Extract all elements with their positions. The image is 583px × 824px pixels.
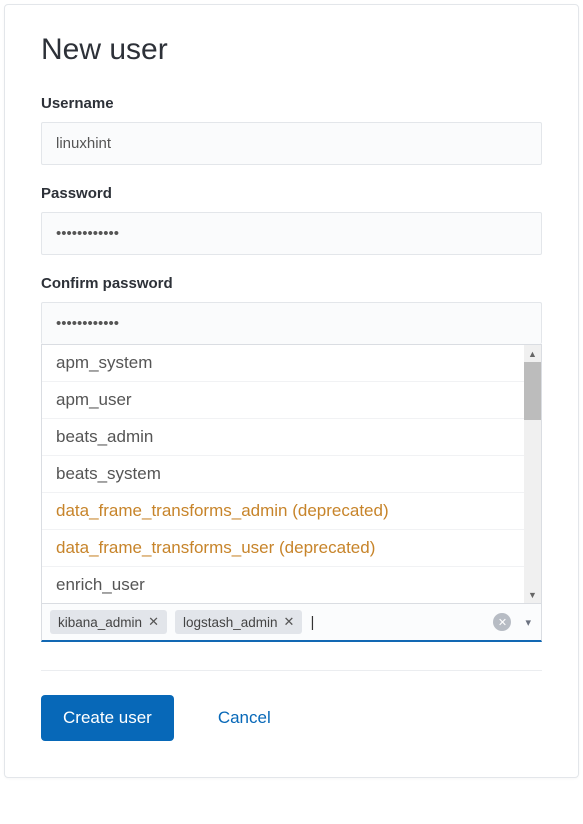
- cancel-button[interactable]: Cancel: [218, 708, 271, 728]
- confirm-password-label: Confirm password: [41, 275, 542, 292]
- remove-tag-icon[interactable]: ✕: [148, 614, 159, 630]
- form-actions: Create user Cancel: [41, 695, 542, 741]
- roles-combobox[interactable]: kibana_admin ✕ logstash_admin ✕ | ✕ ▾: [41, 604, 542, 642]
- create-user-button[interactable]: Create user: [41, 695, 174, 741]
- scrollbar-track[interactable]: ▲ ▼: [524, 345, 541, 603]
- role-tag-label: logstash_admin: [183, 615, 278, 630]
- scroll-up-icon[interactable]: ▲: [524, 345, 541, 362]
- role-option[interactable]: data_frame_transforms_admin (deprecated): [42, 493, 541, 530]
- role-option[interactable]: apm_user: [42, 382, 541, 419]
- remove-tag-icon[interactable]: ✕: [284, 614, 295, 630]
- scrollbar-thumb[interactable]: [524, 362, 541, 420]
- password-input[interactable]: [41, 212, 542, 255]
- username-label: Username: [41, 95, 542, 112]
- scroll-down-icon[interactable]: ▼: [524, 586, 541, 603]
- password-label: Password: [41, 185, 542, 202]
- clear-icon[interactable]: ✕: [493, 613, 511, 631]
- role-option[interactable]: apm_system: [42, 345, 541, 382]
- username-input[interactable]: [41, 122, 542, 165]
- divider: [41, 670, 542, 671]
- role-option[interactable]: beats_system: [42, 456, 541, 493]
- chevron-down-icon[interactable]: ▾: [525, 616, 531, 629]
- role-tag: logstash_admin ✕: [175, 610, 302, 634]
- role-option[interactable]: enrich_user: [42, 567, 541, 603]
- role-tag: kibana_admin ✕: [50, 610, 167, 634]
- role-tag-label: kibana_admin: [58, 615, 142, 630]
- roles-dropdown: apm_systemapm_userbeats_adminbeats_syste…: [41, 344, 542, 604]
- roles-dropdown-list: apm_systemapm_userbeats_adminbeats_syste…: [42, 345, 541, 603]
- role-option[interactable]: data_frame_transforms_user (deprecated): [42, 530, 541, 567]
- new-user-form: New user Username Password Confirm passw…: [4, 4, 579, 778]
- role-option[interactable]: beats_admin: [42, 419, 541, 456]
- page-title: New user: [41, 33, 542, 67]
- confirm-password-input[interactable]: [41, 302, 542, 344]
- combobox-cursor[interactable]: |: [310, 614, 485, 631]
